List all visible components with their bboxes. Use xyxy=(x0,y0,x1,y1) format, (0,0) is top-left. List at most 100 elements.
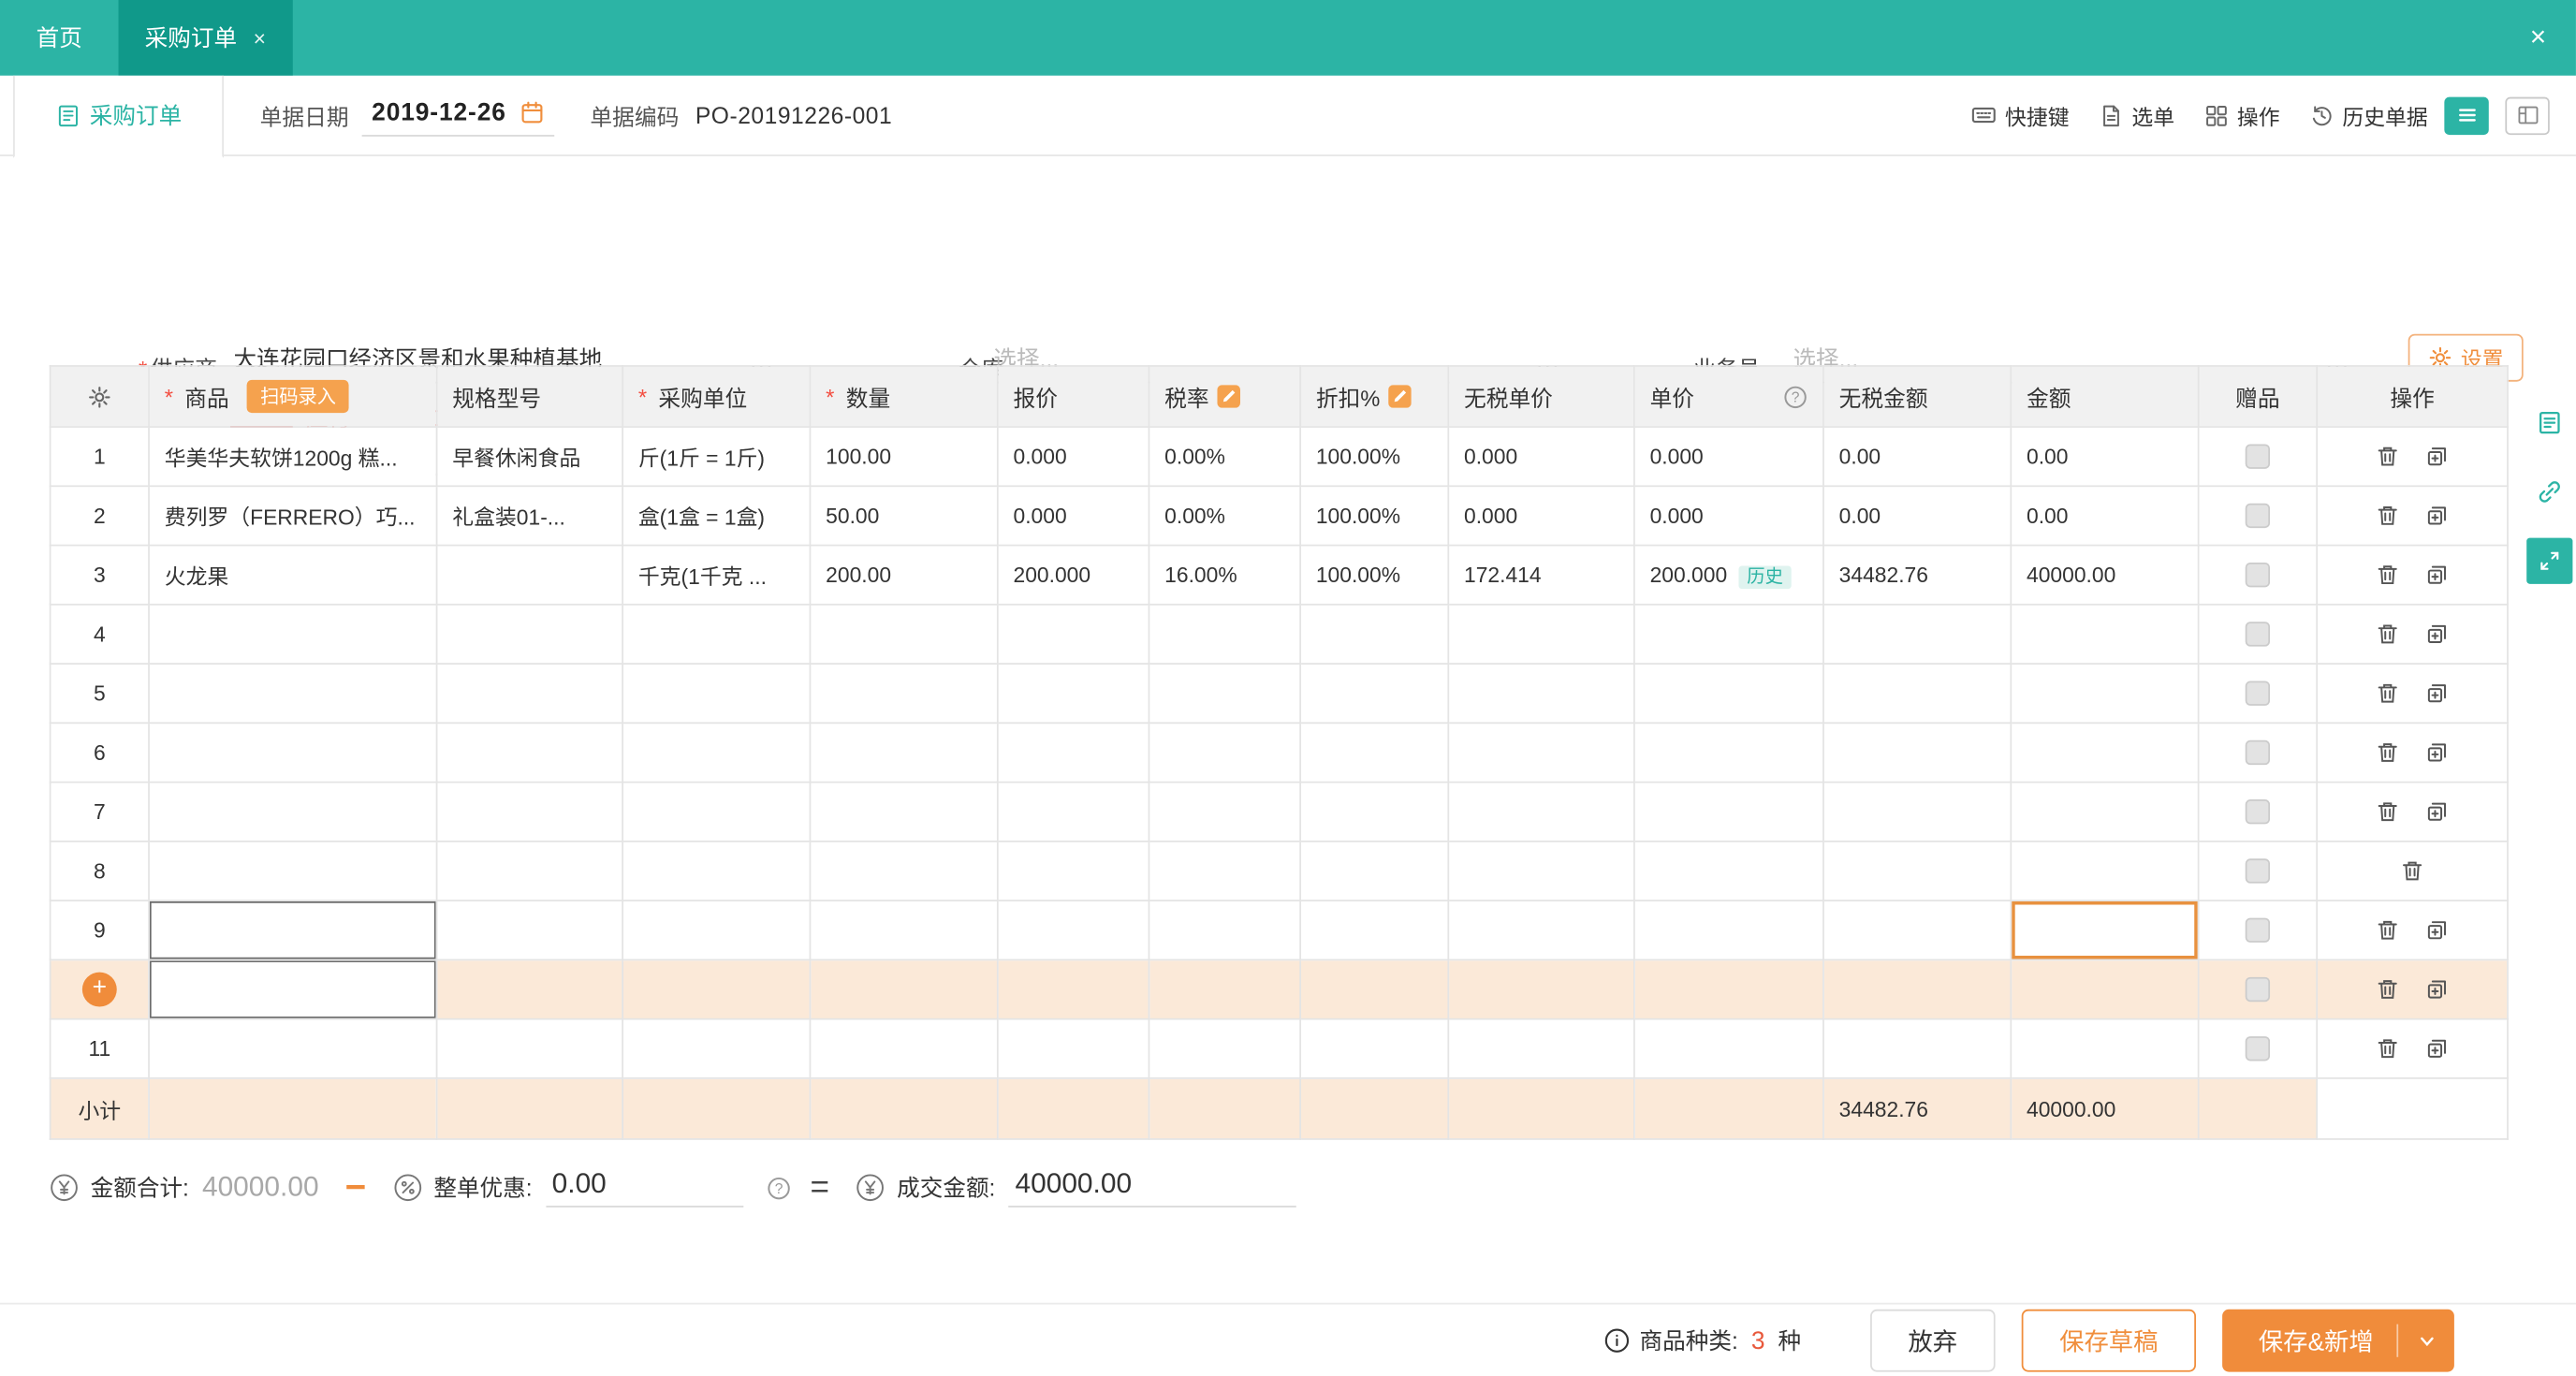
window-close-icon[interactable]: × xyxy=(2500,0,2576,76)
cell-untaxed_price[interactable] xyxy=(1447,603,1635,665)
operations-button[interactable]: 操作 xyxy=(2204,99,2280,130)
copy-row-icon[interactable] xyxy=(2424,977,2449,1002)
gift-checkbox[interactable] xyxy=(2245,681,2271,706)
cell-discount[interactable] xyxy=(1299,840,1450,902)
cell-amount[interactable] xyxy=(2010,781,2200,842)
cell-unit[interactable]: 千克(1千克 ... xyxy=(622,544,812,606)
gift-checkbox[interactable] xyxy=(2245,503,2271,529)
cell-amount[interactable]: 0.00 xyxy=(2010,426,2200,488)
gift-checkbox[interactable] xyxy=(2245,562,2271,588)
copy-row-icon[interactable] xyxy=(2424,681,2449,706)
cell-unit[interactable] xyxy=(622,603,812,665)
cell-quote[interactable]: 200.000 xyxy=(996,544,1150,606)
cell-tax[interactable] xyxy=(1148,603,1302,665)
cell-spec[interactable]: 早餐休闲食品 xyxy=(435,426,624,488)
cell-quote[interactable] xyxy=(996,781,1150,842)
cell-product[interactable] xyxy=(148,663,438,725)
cell-tax[interactable] xyxy=(1148,959,1302,1020)
copy-row-icon[interactable] xyxy=(2424,444,2449,468)
cell-price[interactable] xyxy=(1632,722,1824,783)
cell-discount[interactable] xyxy=(1299,722,1450,783)
cell-amount[interactable] xyxy=(2010,959,2200,1020)
cell-quote[interactable] xyxy=(996,603,1150,665)
cell-unit[interactable] xyxy=(622,1017,812,1079)
cell-product[interactable]: 华美华夫软饼1200g 糕... xyxy=(148,426,438,488)
gear-icon[interactable] xyxy=(87,384,111,408)
cell-price[interactable]: 0.000 xyxy=(1632,485,1824,547)
cell-discount[interactable] xyxy=(1299,900,1450,961)
add-row-button[interactable]: + xyxy=(81,972,117,1007)
delete-row-icon[interactable] xyxy=(2400,858,2424,883)
gift-checkbox[interactable] xyxy=(2245,444,2271,469)
tab-home[interactable]: 首页 xyxy=(0,0,119,76)
cell-product[interactable]: 费列罗（FERRERO）巧... xyxy=(148,485,438,547)
cell-tax[interactable] xyxy=(1148,900,1302,961)
cell-untaxed_price[interactable]: 0.000 xyxy=(1447,426,1635,488)
cell-price[interactable] xyxy=(1632,959,1824,1020)
history-docs-button[interactable]: 历史单据 xyxy=(2309,99,2428,130)
cell-untaxed_price[interactable] xyxy=(1447,840,1635,902)
delete-row-icon[interactable] xyxy=(2376,622,2400,646)
cell-unit[interactable] xyxy=(622,840,812,902)
delete-row-icon[interactable] xyxy=(2376,977,2400,1002)
cell-discount[interactable]: 100.00% xyxy=(1299,544,1450,606)
delete-row-icon[interactable] xyxy=(2376,444,2400,468)
cell-quote[interactable] xyxy=(996,1017,1150,1079)
delete-row-icon[interactable] xyxy=(2376,799,2400,824)
copy-row-icon[interactable] xyxy=(2424,918,2449,943)
history-badge[interactable]: 历史 xyxy=(1738,564,1792,589)
cell-spec[interactable] xyxy=(435,900,624,961)
cell-untaxed_price[interactable]: 0.000 xyxy=(1447,485,1635,547)
cell-tax[interactable]: 0.00% xyxy=(1148,485,1302,547)
cell-product[interactable] xyxy=(148,603,438,665)
cell-qty[interactable]: 200.00 xyxy=(809,544,999,606)
cell-quote[interactable] xyxy=(996,722,1150,783)
delete-row-icon[interactable] xyxy=(2376,504,2400,528)
gift-checkbox[interactable] xyxy=(2245,622,2271,647)
cell-quote[interactable]: 0.000 xyxy=(996,426,1150,488)
cell-spec[interactable] xyxy=(435,959,624,1020)
gift-checkbox[interactable] xyxy=(2245,739,2271,766)
cell-qty[interactable] xyxy=(809,663,999,725)
cell-product[interactable] xyxy=(148,840,438,902)
cell-untaxed_price[interactable] xyxy=(1447,1017,1635,1079)
cell-price[interactable] xyxy=(1632,1017,1824,1079)
delete-row-icon[interactable] xyxy=(2376,918,2400,943)
gift-checkbox[interactable] xyxy=(2245,1036,2271,1061)
cell-tax[interactable] xyxy=(1148,722,1302,783)
shortcut-keys-button[interactable]: 快捷键 xyxy=(1970,99,2070,130)
cell-spec[interactable] xyxy=(435,544,624,606)
batch-edit-icon[interactable] xyxy=(1217,385,1241,408)
help-icon[interactable]: ? xyxy=(1783,384,1808,408)
cell-amount[interactable] xyxy=(2010,722,2200,783)
save-draft-button[interactable]: 保存草稿 xyxy=(2021,1309,2196,1372)
copy-row-icon[interactable] xyxy=(2424,622,2449,646)
deal-amount-input[interactable]: 40000.00 xyxy=(1008,1168,1296,1208)
copy-row-icon[interactable] xyxy=(2424,563,2449,587)
cell-product[interactable] xyxy=(148,1017,438,1079)
cell-unit[interactable] xyxy=(622,900,812,961)
delete-row-icon[interactable] xyxy=(2376,1036,2400,1061)
cell-untaxed_amount[interactable] xyxy=(1822,959,2012,1020)
cell-unit[interactable] xyxy=(622,959,812,1020)
save-and-new-button[interactable]: 保存&新增 xyxy=(2222,1309,2454,1372)
cell-discount[interactable] xyxy=(1299,781,1450,842)
delete-row-icon[interactable] xyxy=(2376,681,2400,706)
cell-qty[interactable] xyxy=(809,900,999,961)
cell-untaxed_price[interactable]: 172.414 xyxy=(1447,544,1635,606)
cell-unit[interactable] xyxy=(622,781,812,842)
cell-untaxed_amount[interactable]: 34482.76 xyxy=(1822,544,2012,606)
cell-product[interactable] xyxy=(148,900,438,961)
gift-checkbox[interactable] xyxy=(2245,799,2271,825)
cell-spec[interactable] xyxy=(435,663,624,725)
cell-price[interactable] xyxy=(1632,900,1824,961)
cell-qty[interactable] xyxy=(809,840,999,902)
cell-discount[interactable] xyxy=(1299,663,1450,725)
calendar-icon[interactable] xyxy=(520,100,544,124)
delete-row-icon[interactable] xyxy=(2376,740,2400,765)
help-icon[interactable]: ? xyxy=(766,1176,790,1200)
tab-close-icon[interactable]: × xyxy=(254,25,266,50)
cell-spec[interactable] xyxy=(435,781,624,842)
cell-qty[interactable]: 50.00 xyxy=(809,485,999,547)
cell-discount[interactable] xyxy=(1299,959,1450,1020)
